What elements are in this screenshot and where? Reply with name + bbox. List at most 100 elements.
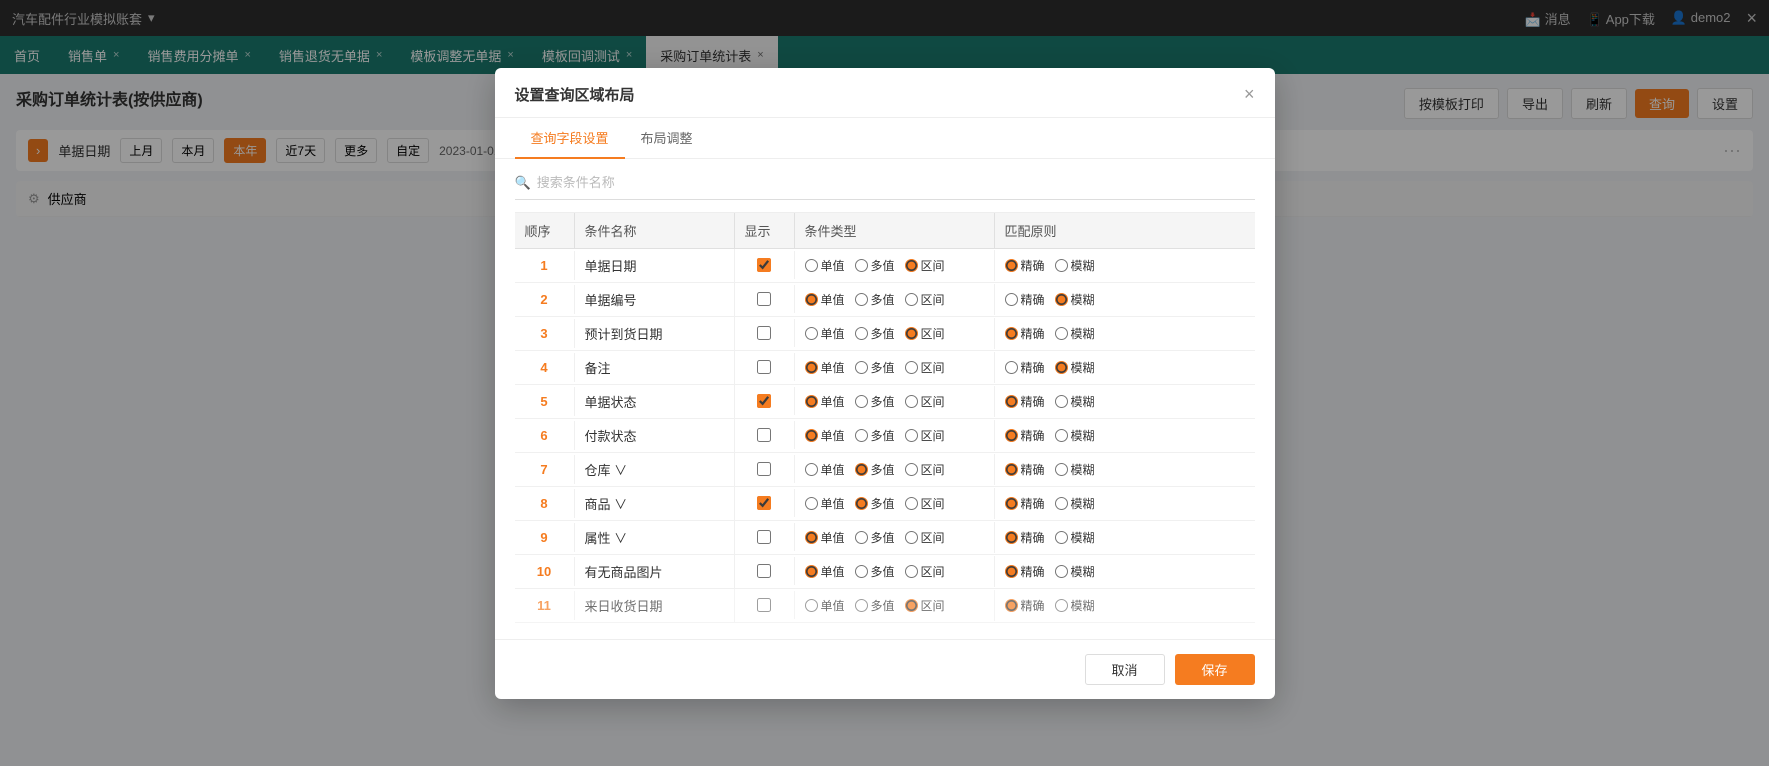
type-multi-11[interactable]: 多值 [855, 597, 895, 614]
type-multi-2[interactable]: 多值 [855, 291, 895, 308]
type-multi-1[interactable]: 多值 [855, 257, 895, 274]
display-checkbox-6[interactable] [757, 428, 771, 442]
match-fuzzy-5[interactable]: 模糊 [1055, 393, 1095, 410]
row-type-3: 单值 多值 区间 [795, 318, 995, 349]
row-type-7: 单值 多值 区间 [795, 454, 995, 485]
display-checkbox-8[interactable] [757, 496, 771, 510]
type-multi-4[interactable]: 多值 [855, 359, 895, 376]
match-exact-10[interactable]: 精确 [1005, 563, 1045, 580]
row-display-5 [735, 387, 795, 415]
row-match-9: 精确 模糊 [995, 522, 1195, 553]
tab-query-fields[interactable]: 查询字段设置 [515, 118, 625, 159]
type-range-3[interactable]: 区间 [905, 325, 945, 342]
table-row: 7 仓库 ∨ 单值 多值 区间 精确 [515, 453, 1255, 487]
type-multi-3[interactable]: 多值 [855, 325, 895, 342]
type-range-10[interactable]: 区间 [905, 563, 945, 580]
type-range-1[interactable]: 区间 [905, 257, 945, 274]
type-range-2[interactable]: 区间 [905, 291, 945, 308]
display-checkbox-11[interactable] [757, 598, 771, 612]
match-fuzzy-1[interactable]: 模糊 [1055, 257, 1095, 274]
display-checkbox-10[interactable] [757, 564, 771, 578]
type-single-1[interactable]: 单值 [805, 257, 845, 274]
type-single-10[interactable]: 单值 [805, 563, 845, 580]
row-order-7: 7 [515, 455, 575, 484]
row-display-2 [735, 285, 795, 313]
modal-overlay: 设置查询区域布局 × 查询字段设置 布局调整 🔍 顺序 条件名称 显示 条件 [0, 0, 1769, 766]
dialog-title: 设置查询区域布局 [515, 84, 635, 105]
match-exact-6[interactable]: 精确 [1005, 427, 1045, 444]
match-exact-4[interactable]: 精确 [1005, 359, 1045, 376]
display-checkbox-5[interactable] [757, 394, 771, 408]
type-single-3[interactable]: 单值 [805, 325, 845, 342]
match-radio-group-6: 精确 模糊 [1005, 427, 1095, 444]
type-multi-6[interactable]: 多值 [855, 427, 895, 444]
type-single-4[interactable]: 单值 [805, 359, 845, 376]
search-input[interactable] [537, 175, 737, 190]
match-exact-11[interactable]: 精确 [1005, 597, 1045, 614]
row-match-1: 精确 模糊 [995, 250, 1195, 281]
row-type-6: 单值 多值 区间 [795, 420, 995, 451]
type-radio-group-4: 单值 多值 区间 [805, 359, 945, 376]
type-range-7[interactable]: 区间 [905, 461, 945, 478]
row-type-8: 单值 多值 区间 [795, 488, 995, 519]
match-exact-8[interactable]: 精确 [1005, 495, 1045, 512]
match-fuzzy-3[interactable]: 模糊 [1055, 325, 1095, 342]
type-single-8[interactable]: 单值 [805, 495, 845, 512]
match-exact-1[interactable]: 精确 [1005, 257, 1045, 274]
cancel-btn[interactable]: 取消 [1085, 654, 1165, 685]
match-fuzzy-8[interactable]: 模糊 [1055, 495, 1095, 512]
tab-layout[interactable]: 布局调整 [625, 118, 709, 159]
match-fuzzy-11[interactable]: 模糊 [1055, 597, 1095, 614]
match-exact-9[interactable]: 精确 [1005, 529, 1045, 546]
match-exact-5[interactable]: 精确 [1005, 393, 1045, 410]
display-checkbox-3[interactable] [757, 326, 771, 340]
match-fuzzy-2[interactable]: 模糊 [1055, 291, 1095, 308]
type-range-4[interactable]: 区间 [905, 359, 945, 376]
dialog-close-btn[interactable]: × [1244, 85, 1255, 103]
display-checkbox-7[interactable] [757, 462, 771, 476]
row-display-7 [735, 455, 795, 483]
display-checkbox-4[interactable] [757, 360, 771, 374]
match-exact-3[interactable]: 精确 [1005, 325, 1045, 342]
row-type-1: 单值 多值 区间 [795, 250, 995, 281]
col-header-order: 顺序 [515, 213, 575, 248]
type-single-6[interactable]: 单值 [805, 427, 845, 444]
row-order-9: 9 [515, 523, 575, 552]
settings-dialog: 设置查询区域布局 × 查询字段设置 布局调整 🔍 顺序 条件名称 显示 条件 [495, 68, 1275, 699]
display-checkbox-9[interactable] [757, 530, 771, 544]
table-row: 9 属性 ∨ 单值 多值 区间 精确 [515, 521, 1255, 555]
match-exact-2[interactable]: 精确 [1005, 291, 1045, 308]
col-header-match: 匹配原则 [995, 213, 1195, 248]
row-name-2: 单据编号 [575, 283, 735, 316]
type-range-9[interactable]: 区间 [905, 529, 945, 546]
type-range-8[interactable]: 区间 [905, 495, 945, 512]
match-exact-7[interactable]: 精确 [1005, 461, 1045, 478]
save-btn[interactable]: 保存 [1175, 654, 1255, 685]
type-radio-group-9: 单值 多值 区间 [805, 529, 945, 546]
type-multi-7[interactable]: 多值 [855, 461, 895, 478]
type-single-7[interactable]: 单值 [805, 461, 845, 478]
type-single-11[interactable]: 单值 [805, 597, 845, 614]
type-range-11[interactable]: 区间 [905, 597, 945, 614]
display-checkbox-2[interactable] [757, 292, 771, 306]
dialog-tabs: 查询字段设置 布局调整 [495, 118, 1275, 159]
match-fuzzy-10[interactable]: 模糊 [1055, 563, 1095, 580]
type-multi-9[interactable]: 多值 [855, 529, 895, 546]
type-multi-8[interactable]: 多值 [855, 495, 895, 512]
type-range-5[interactable]: 区间 [905, 393, 945, 410]
type-single-2[interactable]: 单值 [805, 291, 845, 308]
type-single-5[interactable]: 单值 [805, 393, 845, 410]
match-fuzzy-7[interactable]: 模糊 [1055, 461, 1095, 478]
row-match-3: 精确 模糊 [995, 318, 1195, 349]
conditions-table: 顺序 条件名称 显示 条件类型 匹配原则 1 单据日期 单值 [515, 212, 1255, 623]
row-name-8: 商品 ∨ [575, 487, 735, 520]
type-range-6[interactable]: 区间 [905, 427, 945, 444]
type-multi-10[interactable]: 多值 [855, 563, 895, 580]
match-fuzzy-6[interactable]: 模糊 [1055, 427, 1095, 444]
type-single-9[interactable]: 单值 [805, 529, 845, 546]
row-order-11: 11 [515, 591, 575, 620]
display-checkbox-1[interactable] [757, 258, 771, 272]
match-fuzzy-9[interactable]: 模糊 [1055, 529, 1095, 546]
match-fuzzy-4[interactable]: 模糊 [1055, 359, 1095, 376]
type-multi-5[interactable]: 多值 [855, 393, 895, 410]
